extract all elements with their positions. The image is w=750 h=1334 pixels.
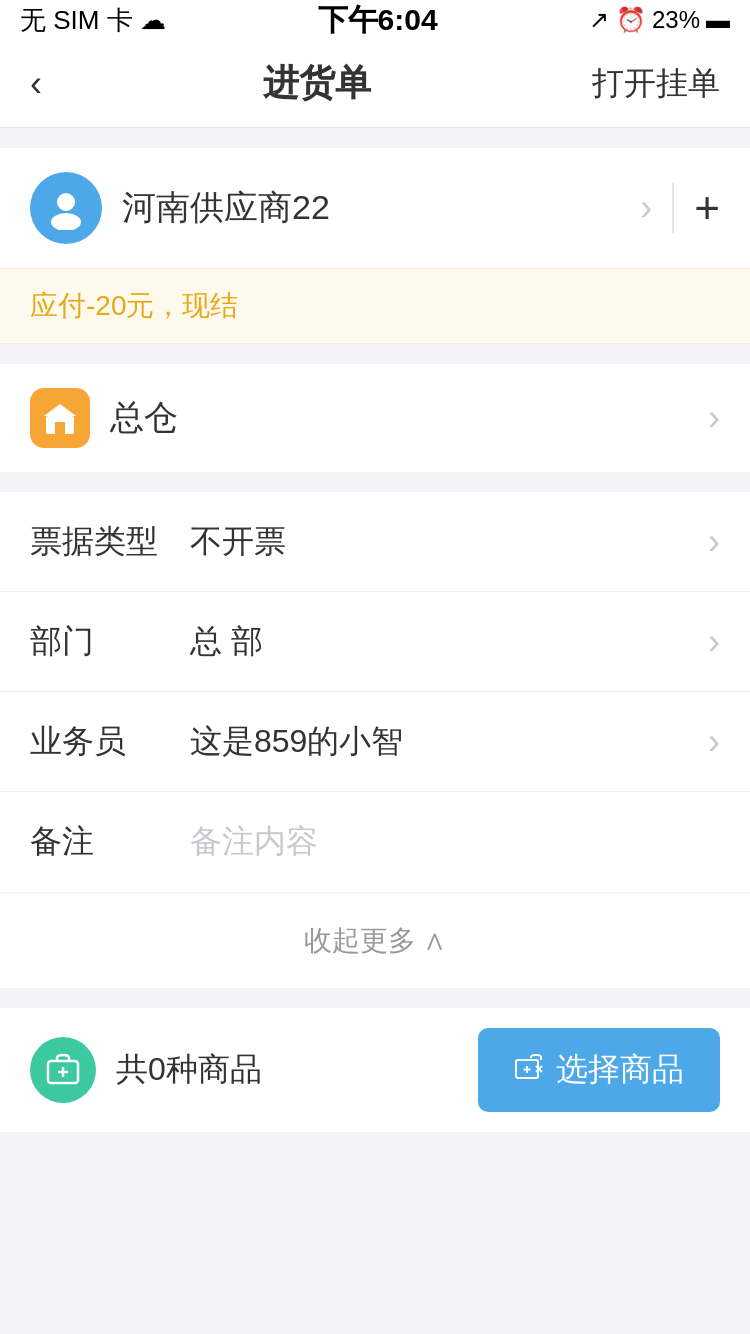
sim-status: 无 SIM 卡 ☁ [20, 3, 166, 38]
salesman-row[interactable]: 业务员 这是859的小智 › [0, 692, 750, 792]
supplier-divider [672, 183, 674, 233]
invoice-label: 票据类型 [30, 520, 170, 564]
battery-bar: ▬ [706, 6, 730, 34]
department-label: 部门 [30, 620, 170, 664]
page-rest-bg [0, 1132, 750, 1334]
department-row[interactable]: 部门 总 部 › [0, 592, 750, 692]
warehouse-icon [30, 388, 90, 448]
status-right: ↗ ⏰ 23% ▬ [589, 6, 730, 34]
warehouse-name: 总仓 [110, 395, 708, 441]
product-bar: 共0种商品 选择商品 [0, 1008, 750, 1132]
salesman-label: 业务员 [30, 720, 170, 764]
salesman-value: 这是859的小智 [170, 720, 708, 764]
notice-banner: 应付-20元，现结 [0, 268, 750, 344]
svg-point-0 [57, 193, 75, 211]
supplier-section: 河南供应商22 › + 应付-20元，现结 [0, 148, 750, 344]
select-product-label: 选择商品 [556, 1048, 684, 1092]
collapse-row[interactable]: 收起更多 ∧ [0, 894, 750, 988]
supplier-chevron-icon: › [640, 187, 652, 229]
supplier-name: 河南供应商22 [122, 185, 640, 231]
back-button[interactable]: ‹ [30, 63, 42, 105]
svg-point-1 [51, 213, 81, 230]
select-product-button[interactable]: 选择商品 [478, 1028, 720, 1112]
remark-placeholder: 备注内容 [170, 820, 720, 864]
invoice-value: 不开票 [170, 520, 708, 564]
page-title: 进货单 [263, 59, 371, 108]
notice-text: 应付-20元，现结 [30, 290, 238, 321]
salesman-chevron-icon: › [708, 721, 720, 763]
status-time: 下午6:04 [318, 0, 438, 41]
remark-label: 备注 [30, 820, 170, 864]
nav-bar: ‹ 进货单 打开挂单 [0, 40, 750, 128]
status-left: 无 SIM 卡 ☁ [20, 3, 166, 38]
svg-marker-3 [44, 404, 76, 416]
battery-icon: ↗ ⏰ [589, 6, 646, 34]
add-supplier-button[interactable]: + [694, 183, 720, 233]
svg-rect-4 [55, 422, 65, 434]
supplier-row[interactable]: 河南供应商22 › + [0, 148, 750, 268]
collapse-label: 收起更多 ∧ [304, 922, 447, 960]
department-chevron-icon: › [708, 621, 720, 663]
form-section: 票据类型 不开票 › 部门 总 部 › 业务员 这是859的小智 › 备注 备注… [0, 492, 750, 892]
product-count: 共0种商品 [116, 1048, 458, 1092]
status-bar: 无 SIM 卡 ☁ 下午6:04 ↗ ⏰ 23% ▬ [0, 0, 750, 40]
department-value: 总 部 [170, 620, 708, 664]
open-pending-button[interactable]: 打开挂单 [592, 62, 720, 106]
warehouse-chevron-icon: › [708, 397, 720, 439]
invoice-chevron-icon: › [708, 521, 720, 563]
product-icon [30, 1037, 96, 1103]
supplier-avatar [30, 172, 102, 244]
battery-percent: 23% [652, 6, 700, 34]
gap-1 [0, 128, 750, 148]
warehouse-row[interactable]: 总仓 › [0, 364, 750, 472]
remark-row[interactable]: 备注 备注内容 [0, 792, 750, 892]
invoice-row[interactable]: 票据类型 不开票 › [0, 492, 750, 592]
